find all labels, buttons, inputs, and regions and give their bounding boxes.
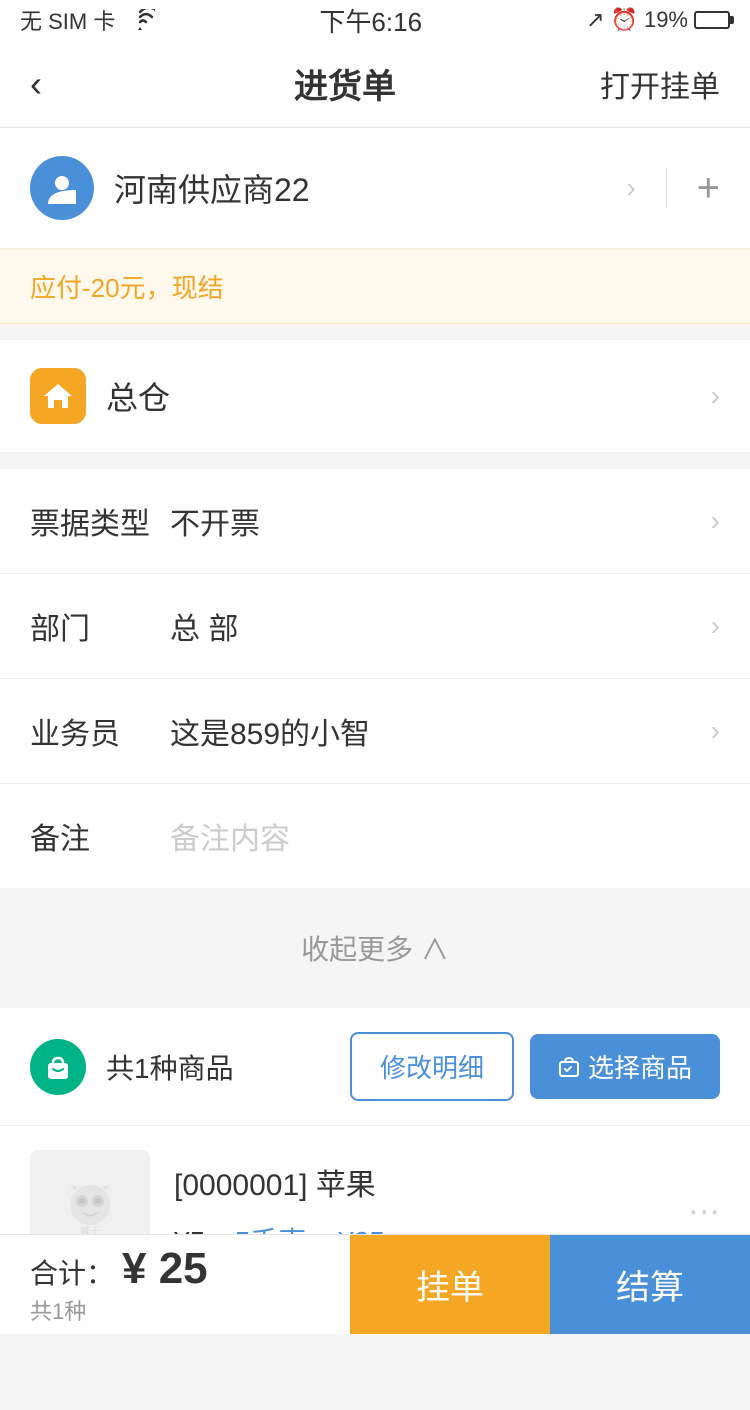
- add-supplier-button[interactable]: +: [697, 166, 720, 211]
- product-title: 苹果: [316, 1169, 376, 1202]
- remarks-placeholder: 备注内容: [170, 814, 720, 858]
- battery-icon: [694, 11, 730, 29]
- total-count: 共1种: [30, 1294, 320, 1326]
- battery-label: 19%: [644, 7, 688, 33]
- settle-button[interactable]: 结算: [550, 1235, 750, 1334]
- department-value: 总 部: [170, 604, 711, 648]
- invoice-type-key: 票据类型: [30, 499, 170, 543]
- info-banner: 应付-20元，现结: [0, 249, 750, 324]
- select-product-button[interactable]: 选择商品: [530, 1034, 720, 1099]
- form-card: 票据类型 不开票 › 部门 总 部 › 业务员 这是859的小智 › 备注 备注…: [0, 469, 750, 888]
- cart-icon: [558, 1056, 580, 1078]
- page-title: 进货单: [294, 59, 396, 108]
- open-hang-button[interactable]: 打开挂单: [600, 62, 720, 106]
- salesperson-value: 这是859的小智: [170, 709, 711, 753]
- department-key: 部门: [30, 604, 170, 648]
- status-left: 无 SIM 卡: [20, 4, 155, 36]
- carrier-label: 无 SIM 卡: [20, 4, 115, 36]
- status-time: 下午6:16: [319, 2, 422, 39]
- salesperson-key: 业务员: [30, 709, 170, 753]
- total-amount: ¥ 25: [122, 1244, 208, 1294]
- alarm-icon: ⏰: [611, 7, 638, 33]
- status-right: ↗ ⏰ 19%: [586, 7, 730, 33]
- supplier-avatar: [30, 156, 94, 220]
- product-name: [0000001] 苹果: [174, 1160, 688, 1204]
- invoice-type-row[interactable]: 票据类型 不开票 ›: [0, 469, 750, 574]
- status-bar: 无 SIM 卡 下午6:16 ↗ ⏰ 19%: [0, 0, 750, 40]
- product-code: [0000001]: [174, 1169, 307, 1202]
- house-icon: [42, 380, 74, 412]
- person-icon: [44, 170, 80, 206]
- vertical-divider: [666, 168, 667, 208]
- salesperson-chevron-icon: ›: [711, 715, 720, 747]
- total-area: 合计： ¥ 25 共1种: [0, 1235, 350, 1334]
- warehouse-icon: [30, 368, 86, 424]
- warehouse-name: 总仓: [106, 373, 711, 419]
- total-line: 合计： ¥ 25: [30, 1244, 320, 1294]
- product-count: 共1种商品: [106, 1047, 350, 1087]
- salesperson-row[interactable]: 业务员 这是859的小智 ›: [0, 679, 750, 784]
- hang-button[interactable]: 挂单: [350, 1235, 550, 1334]
- warehouse-chevron-icon: ›: [711, 380, 720, 412]
- remarks-key: 备注: [30, 814, 170, 858]
- total-label: 合计：: [30, 1252, 114, 1292]
- nav-bar: ‹ 进货单 打开挂单: [0, 40, 750, 128]
- collapse-button[interactable]: 收起更多 ∧: [0, 904, 750, 992]
- edit-detail-button[interactable]: 修改明细: [350, 1032, 514, 1101]
- supplier-chevron-icon: ›: [626, 172, 635, 204]
- department-row[interactable]: 部门 总 部 ›: [0, 574, 750, 679]
- content: 河南供应商22 › + 应付-20元，现结 总仓 › 票据类型 不开票 ›: [0, 128, 750, 1410]
- invoice-chevron-icon: ›: [711, 505, 720, 537]
- supplier-card: 河南供应商22 › + 应付-20元，现结: [0, 128, 750, 324]
- warehouse-card: 总仓 ›: [0, 340, 750, 453]
- supplier-row[interactable]: 河南供应商22 › +: [0, 128, 750, 249]
- product-header: 共1种商品 修改明细 选择商品: [0, 1008, 750, 1126]
- invoice-type-value: 不开票: [170, 499, 711, 543]
- department-chevron-icon: ›: [711, 610, 720, 642]
- location-icon: ↗: [586, 7, 604, 33]
- supplier-name: 河南供应商22: [114, 165, 626, 211]
- bag-icon: [42, 1051, 74, 1083]
- wifi-icon: [125, 9, 155, 31]
- bottom-bar: 合计： ¥ 25 共1种 挂单 结算: [0, 1234, 750, 1334]
- remarks-row[interactable]: 备注 备注内容: [0, 784, 750, 888]
- select-product-label: 选择商品: [588, 1048, 692, 1085]
- product-more-button[interactable]: ···: [688, 1192, 720, 1229]
- product-bag-icon: [30, 1039, 86, 1095]
- back-button[interactable]: ‹: [30, 63, 90, 105]
- warehouse-row[interactable]: 总仓 ›: [0, 340, 750, 453]
